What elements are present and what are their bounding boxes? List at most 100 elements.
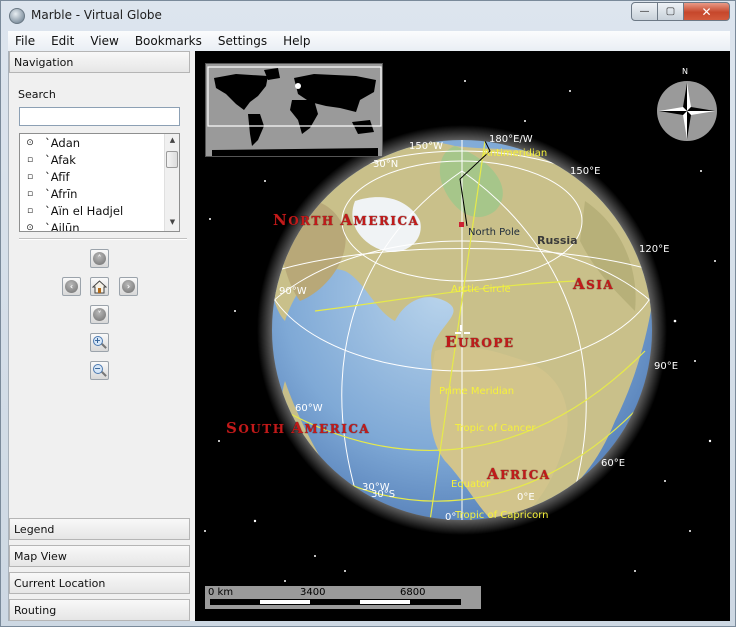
north-pole-marker [459, 222, 464, 227]
search-label: Search [18, 88, 56, 101]
pan-right-button[interactable]: › [119, 277, 138, 296]
minimize-icon: — [639, 6, 650, 17]
compass-north-label: N [682, 67, 688, 76]
menu-bar: File Edit View Bookmarks Settings Help [8, 31, 730, 51]
scroll-up-icon[interactable]: ▲ [167, 136, 178, 148]
current-location-section-header[interactable]: Current Location [9, 572, 190, 594]
line-label-prime-meridian: Prime Meridian [439, 386, 515, 397]
marble-app-icon [9, 8, 25, 24]
line-label-tropic-of-capricorn: Tropic of Capricorn [455, 510, 549, 521]
list-item[interactable]: ⊙ `Ajlūn [20, 219, 179, 232]
scale-label: 0 km [208, 587, 234, 598]
close-button[interactable]: ✕ [684, 2, 730, 21]
legend-section-header[interactable]: Legend [9, 518, 190, 540]
routing-section-header[interactable]: Routing [9, 599, 190, 621]
list-item[interactable]: ▫ `Afīf [20, 168, 179, 185]
scale-label: 6800 [400, 587, 426, 598]
scale-bar: 0 km 3400 6800 [205, 586, 481, 609]
menu-edit[interactable]: Edit [44, 34, 83, 48]
arrow-up-icon: ˄ [93, 252, 106, 265]
navigation-section-header[interactable]: Navigation [9, 51, 190, 73]
city-icon: ⊙ [26, 137, 34, 148]
town-icon: ▫ [26, 154, 34, 165]
zoom-out-icon: − [92, 363, 107, 378]
place-name: `Afīf [45, 169, 70, 184]
compass[interactable]: N [655, 67, 719, 143]
scale-bar-track [210, 599, 461, 605]
place-label-north-pole: North Pole [468, 227, 520, 238]
places-list[interactable]: ⊙ `Adan ▫ `Afak ▫ `Afīf ▫ `Afrīn ▫ `Aïn el Ha… [19, 133, 180, 232]
pan-left-button[interactable]: ‹ [62, 277, 81, 296]
scale-label: 3400 [300, 587, 326, 598]
list-item[interactable]: ▫ `Afrīn [20, 185, 179, 202]
town-icon: ▫ [26, 205, 34, 216]
zoom-in-icon: + [92, 335, 107, 350]
line-label-antimeridian: Antimeridian [483, 148, 548, 159]
place-name: `Ajlūn [45, 220, 80, 232]
coord-label: 30°S [371, 489, 396, 500]
coord-label: 30°N [373, 159, 399, 170]
world-map-icon [207, 66, 382, 156]
city-icon: ⊙ [26, 222, 34, 232]
minimize-button[interactable]: — [631, 2, 658, 21]
list-item[interactable]: ⊙ `Adan [20, 134, 179, 151]
list-scrollbar[interactable]: ▲ ▼ [164, 134, 179, 231]
arrow-right-icon: › [122, 280, 135, 293]
place-name: `Afrīn [45, 186, 78, 201]
line-label-tropic-of-cancer: Tropic of Cancer [455, 423, 536, 434]
maximize-icon: ▢ [665, 6, 676, 17]
place-name: `Aïn el Hadjel [45, 203, 124, 218]
close-icon: ✕ [701, 4, 712, 19]
pan-up-button[interactable]: ˄ [90, 249, 109, 268]
town-icon: ▫ [26, 171, 34, 182]
app-window: Marble - Virtual Globe — ▢ ✕ File Edit V… [0, 0, 736, 627]
pan-down-button[interactable]: ˅ [90, 305, 109, 324]
coord-label: 60°E [601, 458, 626, 469]
coord-label: 150°W [409, 141, 443, 152]
zoom-in-button[interactable]: + [90, 333, 109, 352]
map-view[interactable]: N 150°W 180°E/W 150°E 30°N 120°E 90°W 90… [195, 51, 730, 621]
left-panel: Navigation Search ⊙ `Adan ▫ `Afak ▫ `Afīf ▫… [8, 51, 195, 621]
world-overview-map[interactable] [205, 63, 383, 157]
scroll-thumb[interactable] [166, 151, 178, 168]
list-item[interactable]: ▫ `Aïn el Hadjel [20, 202, 179, 219]
maximize-button[interactable]: ▢ [658, 2, 684, 21]
coord-label: 150°E [570, 166, 601, 177]
place-name: `Adan [45, 135, 81, 150]
coord-label: 60°W [295, 403, 323, 414]
place-label-russia: Russia [537, 234, 578, 247]
town-icon: ▫ [26, 188, 34, 199]
window-title: Marble - Virtual Globe [31, 8, 162, 22]
coord-label: 120°E [639, 244, 670, 255]
line-label-equator: Equator [451, 479, 491, 490]
coord-label: 90°E [654, 361, 679, 372]
continent-label-africa: AFRICA [487, 465, 551, 483]
arrow-down-icon: ˅ [93, 308, 106, 321]
compass-rose-icon [657, 81, 717, 141]
continent-label-south-america: SOUTH AMERICA [226, 419, 371, 437]
menu-view[interactable]: View [83, 34, 127, 48]
coord-label: 90°W [279, 286, 307, 297]
map-view-section-header[interactable]: Map View [9, 545, 190, 567]
place-name: `Afak [45, 152, 76, 167]
arrow-left-icon: ‹ [65, 280, 78, 293]
continent-label-europe: EUROPE [445, 333, 515, 351]
home-icon [92, 279, 107, 293]
crosshair-icon [455, 325, 471, 335]
continent-label-north-america: NORTH AMERICA [273, 211, 420, 229]
scroll-down-icon[interactable]: ▼ [167, 218, 178, 230]
current-position-dot [295, 83, 301, 89]
line-label-arctic-circle: Arctic Circle [451, 284, 511, 295]
menu-help[interactable]: Help [276, 34, 319, 48]
list-item[interactable]: ▫ `Afak [20, 151, 179, 168]
search-input[interactable] [19, 107, 180, 126]
menu-file[interactable]: File [8, 34, 44, 48]
coord-label: 0°E [517, 492, 535, 503]
menu-settings[interactable]: Settings [211, 34, 276, 48]
coord-label: 180°E/W [489, 134, 533, 145]
menu-bookmarks[interactable]: Bookmarks [128, 34, 211, 48]
home-button[interactable] [90, 277, 109, 296]
continent-label-asia: ASIA [573, 275, 615, 293]
zoom-out-button[interactable]: − [90, 361, 109, 380]
panel-divider [19, 238, 187, 240]
